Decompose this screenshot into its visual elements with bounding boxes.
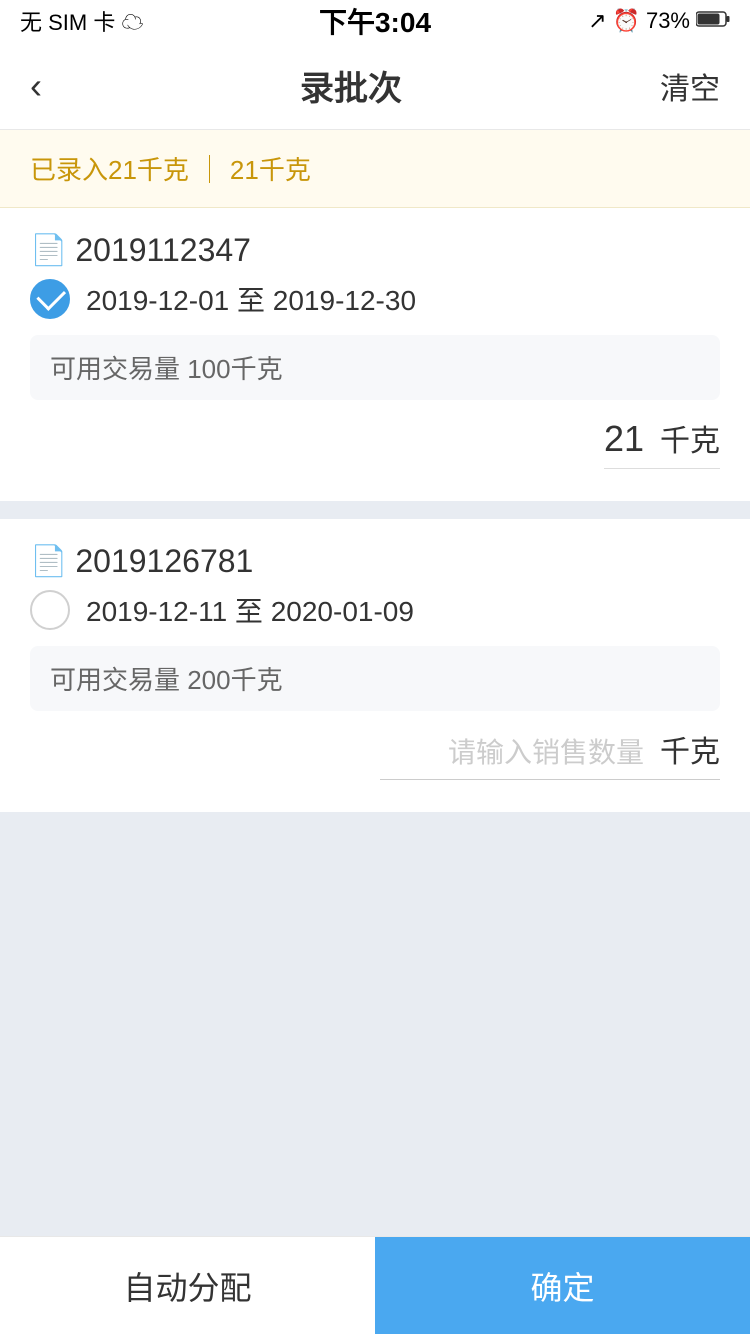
- batch-1-quantity-inner: 21 千克: [604, 416, 720, 469]
- sim-label: 无 SIM 卡 ☁: [20, 5, 143, 37]
- summary-divider: [209, 155, 210, 183]
- batch-2-date-row[interactable]: 2019-12-11 至 2020-01-09: [30, 590, 720, 630]
- batch-2-id-row: 📄 2019126781: [30, 543, 720, 580]
- batch-1-quantity-value: 21: [604, 418, 644, 460]
- batch-1-quantity-row: 21 千克: [0, 400, 750, 485]
- batch-1-id: 2019112347: [75, 232, 251, 269]
- batch-2-quantity-row: 请输入销售数量 千克: [0, 711, 750, 796]
- batch-1-id-row: 📄 2019112347: [30, 232, 720, 269]
- batch-2-unit: 千克: [660, 727, 720, 771]
- batch-card-2: 📄 2019126781 2019-12-11 至 2020-01-09 可用交…: [0, 519, 750, 812]
- batch-2-header: 📄 2019126781 2019-12-11 至 2020-01-09 可用交…: [0, 519, 750, 711]
- status-right: ↗ ⏰ 73%: [588, 8, 730, 34]
- batch-card-1: 📄 2019112347 2019-12-01 至 2019-12-30 可用交…: [0, 208, 750, 501]
- batch-2-date: 2019-12-11 至 2020-01-09: [86, 590, 414, 630]
- auto-distribute-button[interactable]: 自动分配: [0, 1237, 375, 1334]
- batch-2-availability: 可用交易量 200千克: [50, 665, 283, 695]
- batch-2-radio[interactable]: [30, 590, 70, 630]
- summary-label: 已录入21千克: [30, 150, 189, 187]
- batch-2-availability-box: 可用交易量 200千克: [30, 646, 720, 711]
- battery-label: 73%: [646, 8, 690, 34]
- batch-1-header: 📄 2019112347 2019-12-01 至 2019-12-30 可用交…: [0, 208, 750, 400]
- batch-1-date: 2019-12-01 至 2019-12-30: [86, 279, 416, 319]
- batch-1-availability-box: 可用交易量 100千克: [30, 335, 720, 400]
- batch-1-availability: 可用交易量 100千克: [50, 354, 283, 384]
- nav-bar: ‹ 录批次 清空: [0, 42, 750, 130]
- status-bar: 无 SIM 卡 ☁ 下午3:04 ↗ ⏰ 73%: [0, 0, 750, 42]
- batch-1-quantity-unit: 千克: [660, 416, 720, 460]
- page-title: 录批次: [300, 61, 402, 110]
- status-time: 下午3:04: [319, 1, 431, 41]
- status-left: 无 SIM 卡 ☁: [20, 5, 143, 37]
- summary-value: 21千克: [230, 150, 311, 187]
- empty-area: [0, 812, 750, 1252]
- battery-icon: [696, 8, 730, 34]
- batch-2-input-inner: 请输入销售数量 千克: [380, 727, 720, 780]
- card-separator-1: [0, 501, 750, 519]
- batch-1-icon: 📄: [30, 233, 67, 268]
- batch-2-icon: 📄: [30, 544, 67, 579]
- batch-1-radio[interactable]: [30, 279, 70, 319]
- bottom-buttons: 自动分配 确定: [0, 1236, 750, 1334]
- summary-bar: 已录入21千克 21千克: [0, 130, 750, 208]
- alarm-icon: ⏰: [613, 8, 640, 34]
- clear-button[interactable]: 清空: [660, 64, 720, 108]
- batch-1-date-row[interactable]: 2019-12-01 至 2019-12-30: [30, 279, 720, 319]
- confirm-button[interactable]: 确定: [375, 1237, 750, 1334]
- location-icon: ↗: [588, 8, 606, 34]
- back-button[interactable]: ‹: [30, 65, 42, 107]
- batch-2-id: 2019126781: [75, 543, 253, 580]
- batch-2-placeholder: 请输入销售数量: [448, 731, 644, 771]
